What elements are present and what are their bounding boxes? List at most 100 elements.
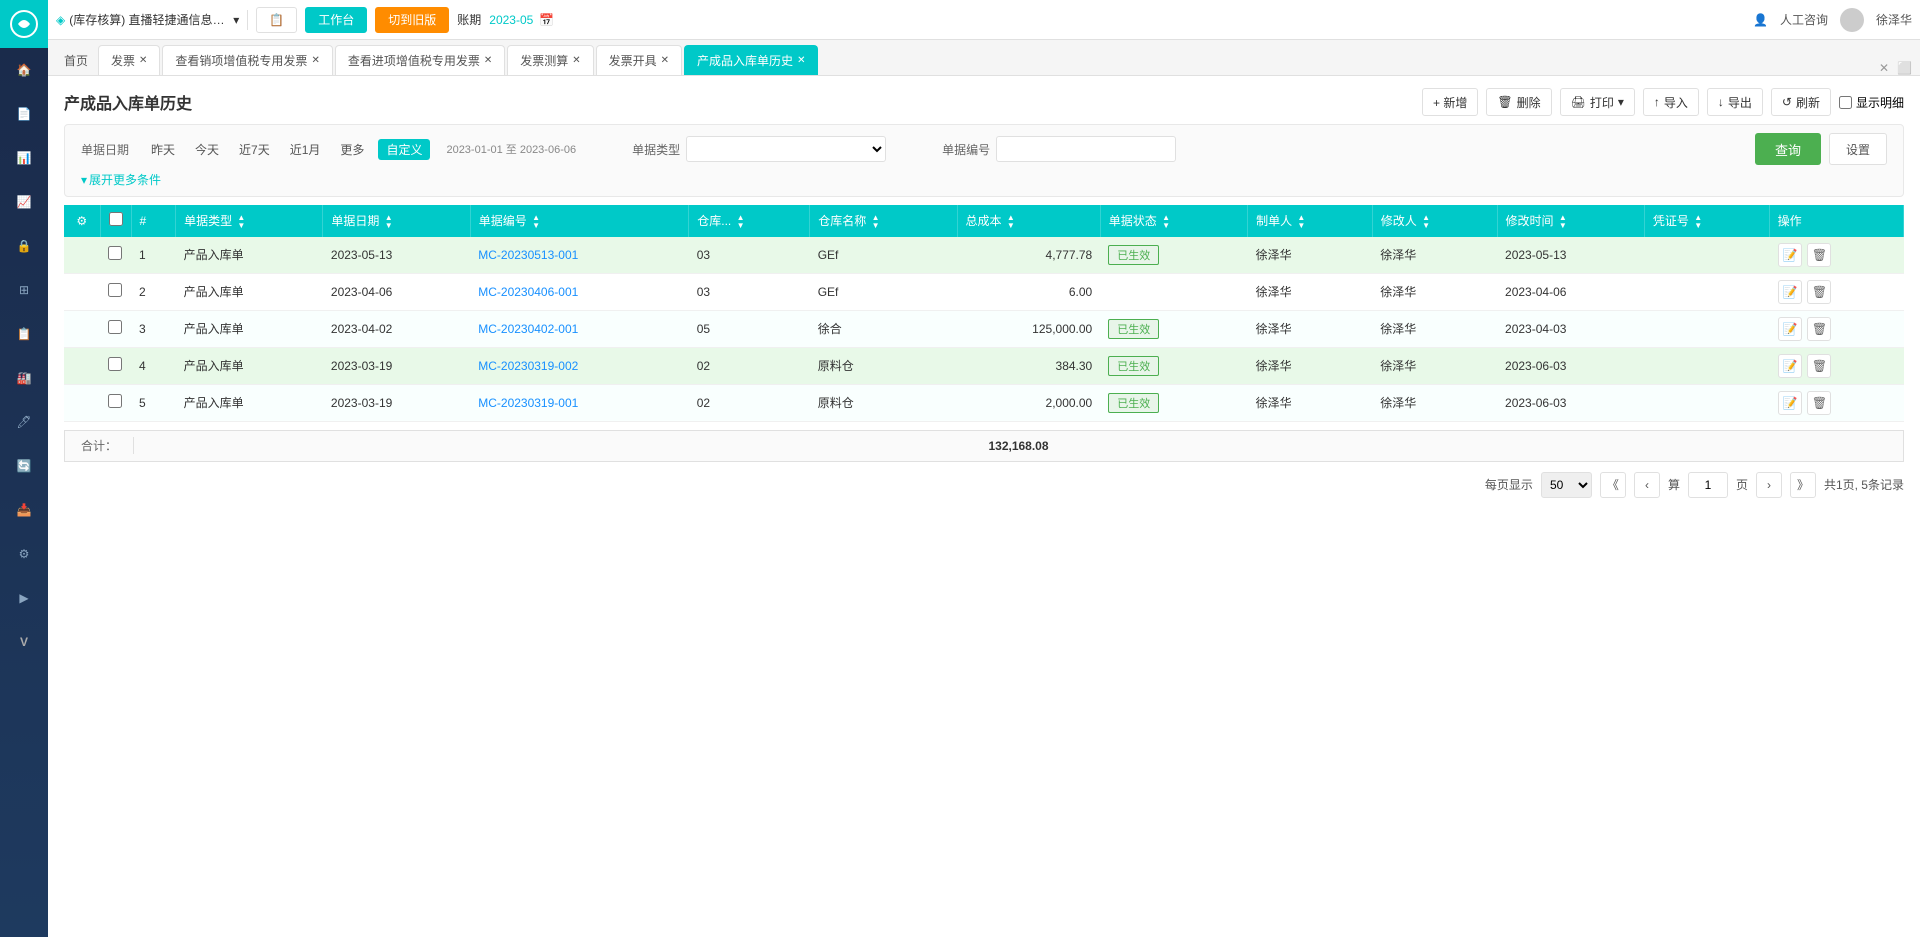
delete-row-btn[interactable]: 🗑 <box>1807 354 1831 378</box>
row-checkbox[interactable] <box>108 283 122 297</box>
th-setting[interactable]: ⚙ <box>64 205 100 237</box>
row-checkbox[interactable] <box>108 394 122 408</box>
tab-home[interactable]: 首页 <box>56 45 96 75</box>
new-btn[interactable]: + 新增 <box>1422 88 1478 116</box>
sidebar-item-analytics[interactable]: 📈 <box>0 180 48 224</box>
sidebar-item-download[interactable]: 📥 <box>0 488 48 532</box>
row-checkbox[interactable] <box>108 320 122 334</box>
show-detail-toggle[interactable]: 显示明细 <box>1839 94 1904 111</box>
edit-btn[interactable]: 📝 <box>1778 280 1802 304</box>
tab-invoice-calc[interactable]: 发票测算 ✕ <box>507 45 593 75</box>
tab-sales-vat[interactable]: 查看销项增值税专用发票 ✕ <box>162 45 332 75</box>
th-warehouse-code[interactable]: 仓库... ▲▼ <box>689 205 810 237</box>
user-name[interactable]: 徐泽华 <box>1876 11 1912 28</box>
td-check <box>100 310 131 347</box>
doc-no-link[interactable]: MC-20230406-001 <box>478 285 578 299</box>
tab-invoice-close[interactable]: ✕ <box>139 55 147 66</box>
select-all-checkbox[interactable] <box>109 212 123 226</box>
sidebar-item-cycle[interactable]: 🔄 <box>0 444 48 488</box>
print-btn[interactable]: 🖨 打印 ▾ <box>1560 88 1635 116</box>
tab-product-history[interactable]: 产成品入库单历史 ✕ <box>684 45 818 75</box>
prev-page-btn[interactable]: ‹ <box>1634 472 1660 498</box>
sidebar-item-table[interactable]: 📋 <box>0 312 48 356</box>
delete-row-btn[interactable]: 🗑 <box>1807 391 1831 415</box>
import-btn[interactable]: ↑ 导入 <box>1643 88 1699 116</box>
last-page-btn[interactable]: 》 <box>1790 472 1816 498</box>
sort-wh-name-icon: ▲▼ <box>872 214 880 230</box>
export-btn[interactable]: ↓ 导出 <box>1707 88 1763 116</box>
th-warehouse-name[interactable]: 仓库名称 ▲▼ <box>810 205 957 237</box>
per-page-select[interactable]: 50 100 200 <box>1541 472 1592 498</box>
sidebar-item-chart[interactable]: 📊 <box>0 136 48 180</box>
expand-btn[interactable]: ▾ 展开更多条件 <box>81 171 1887 188</box>
sidebar-item-play[interactable]: ▶ <box>0 576 48 620</box>
delete-row-btn[interactable]: 🗑 <box>1807 243 1831 267</box>
tab-invoice-calc-close[interactable]: ✕ <box>572 55 580 66</box>
doc-no-link[interactable]: MC-20230319-002 <box>478 359 578 373</box>
maximize-btn[interactable]: ⬜ <box>1897 61 1912 75</box>
tab-invoice[interactable]: 发票 ✕ <box>98 45 160 75</box>
doc-no-link[interactable]: MC-20230402-001 <box>478 322 578 336</box>
first-page-btn[interactable]: 《 <box>1600 472 1626 498</box>
close-all-tabs-btn[interactable]: ✕ <box>1879 61 1889 75</box>
th-doc-no[interactable]: 单据编号 ▲▼ <box>470 205 689 237</box>
sidebar-item-grid[interactable]: ⊞ <box>0 268 48 312</box>
th-doc-date[interactable]: 单据日期 ▲▼ <box>323 205 470 237</box>
th-modifier[interactable]: 修改人 ▲▼ <box>1372 205 1497 237</box>
delete-row-btn[interactable]: 🗑 <box>1807 317 1831 341</box>
row-checkbox[interactable] <box>108 246 122 260</box>
delete-btn[interactable]: 🗑 删除 <box>1486 88 1551 116</box>
tab-purchase-vat[interactable]: 查看进项增值税专用发票 ✕ <box>335 45 505 75</box>
sidebar-item-home[interactable]: 🏠 <box>0 48 48 92</box>
th-creator[interactable]: 制单人 ▲▼ <box>1248 205 1373 237</box>
td-voucher-no <box>1644 273 1769 310</box>
refresh-btn[interactable]: ↺ 刷新 <box>1771 88 1831 116</box>
shortcut-1month[interactable]: 近1月 <box>284 139 327 160</box>
doc-no-link[interactable]: MC-20230319-001 <box>478 396 578 410</box>
doc-btn[interactable]: 📋 <box>256 7 297 33</box>
td-modifier: 徐泽华 <box>1372 310 1497 347</box>
shortcut-yesterday[interactable]: 昨天 <box>145 139 181 160</box>
doc-no-link[interactable]: MC-20230513-001 <box>478 248 578 262</box>
sidebar-item-warehouse[interactable]: 🏭 <box>0 356 48 400</box>
doc-type-select[interactable] <box>686 136 886 162</box>
doc-no-input[interactable] <box>996 136 1176 162</box>
th-modify-time[interactable]: 修改时间 ▲▼ <box>1497 205 1644 237</box>
th-total-cost[interactable]: 总成本 ▲▼ <box>957 205 1100 237</box>
th-check[interactable] <box>100 205 131 237</box>
sidebar-item-document[interactable]: 📄 <box>0 92 48 136</box>
period-calendar-icon[interactable]: 📅 <box>539 13 554 27</box>
workbench-btn[interactable]: 工作台 <box>305 7 367 33</box>
tab-invoice-open-close[interactable]: ✕ <box>661 55 669 66</box>
shortcut-today[interactable]: 今天 <box>189 139 225 160</box>
edit-btn[interactable]: 📝 <box>1778 391 1802 415</box>
edit-btn[interactable]: 📝 <box>1778 317 1802 341</box>
shortcut-more[interactable]: 更多 <box>334 139 370 160</box>
sidebar-item-stamp[interactable]: 🖊 <box>0 400 48 444</box>
delete-row-btn[interactable]: 🗑 <box>1807 280 1831 304</box>
switch-btn[interactable]: 切到旧版 <box>375 7 449 33</box>
tab-invoice-open[interactable]: 发票开具 ✕ <box>596 45 682 75</box>
brand-dropdown-icon[interactable]: ▾ <box>233 13 239 27</box>
shortcut-7days[interactable]: 近7天 <box>233 139 276 160</box>
tab-purchase-vat-close[interactable]: ✕ <box>484 55 492 66</box>
shortcut-custom[interactable]: 自定义 <box>378 139 430 160</box>
sidebar-item-vip[interactable]: V <box>0 620 48 664</box>
help-label[interactable]: 人工咨询 <box>1780 11 1828 28</box>
tab-sales-vat-close[interactable]: ✕ <box>311 55 319 66</box>
sidebar-item-gear[interactable]: ⚙ <box>0 532 48 576</box>
th-voucher-no[interactable]: 凭证号 ▲▼ <box>1644 205 1769 237</box>
edit-btn[interactable]: 📝 <box>1778 243 1802 267</box>
sidebar-item-lock[interactable]: 🔒 <box>0 224 48 268</box>
setting-btn[interactable]: 设置 <box>1829 133 1887 165</box>
show-detail-checkbox[interactable] <box>1839 96 1852 109</box>
query-btn[interactable]: 查询 <box>1755 133 1821 165</box>
th-action: 操作 <box>1769 205 1903 237</box>
edit-btn[interactable]: 📝 <box>1778 354 1802 378</box>
page-input[interactable] <box>1688 472 1728 498</box>
th-doc-type[interactable]: 单据类型 ▲▼ <box>176 205 323 237</box>
next-page-btn[interactable]: › <box>1756 472 1782 498</box>
row-checkbox[interactable] <box>108 357 122 371</box>
th-doc-status[interactable]: 单据状态 ▲▼ <box>1100 205 1247 237</box>
tab-product-history-close[interactable]: ✕ <box>797 55 805 66</box>
